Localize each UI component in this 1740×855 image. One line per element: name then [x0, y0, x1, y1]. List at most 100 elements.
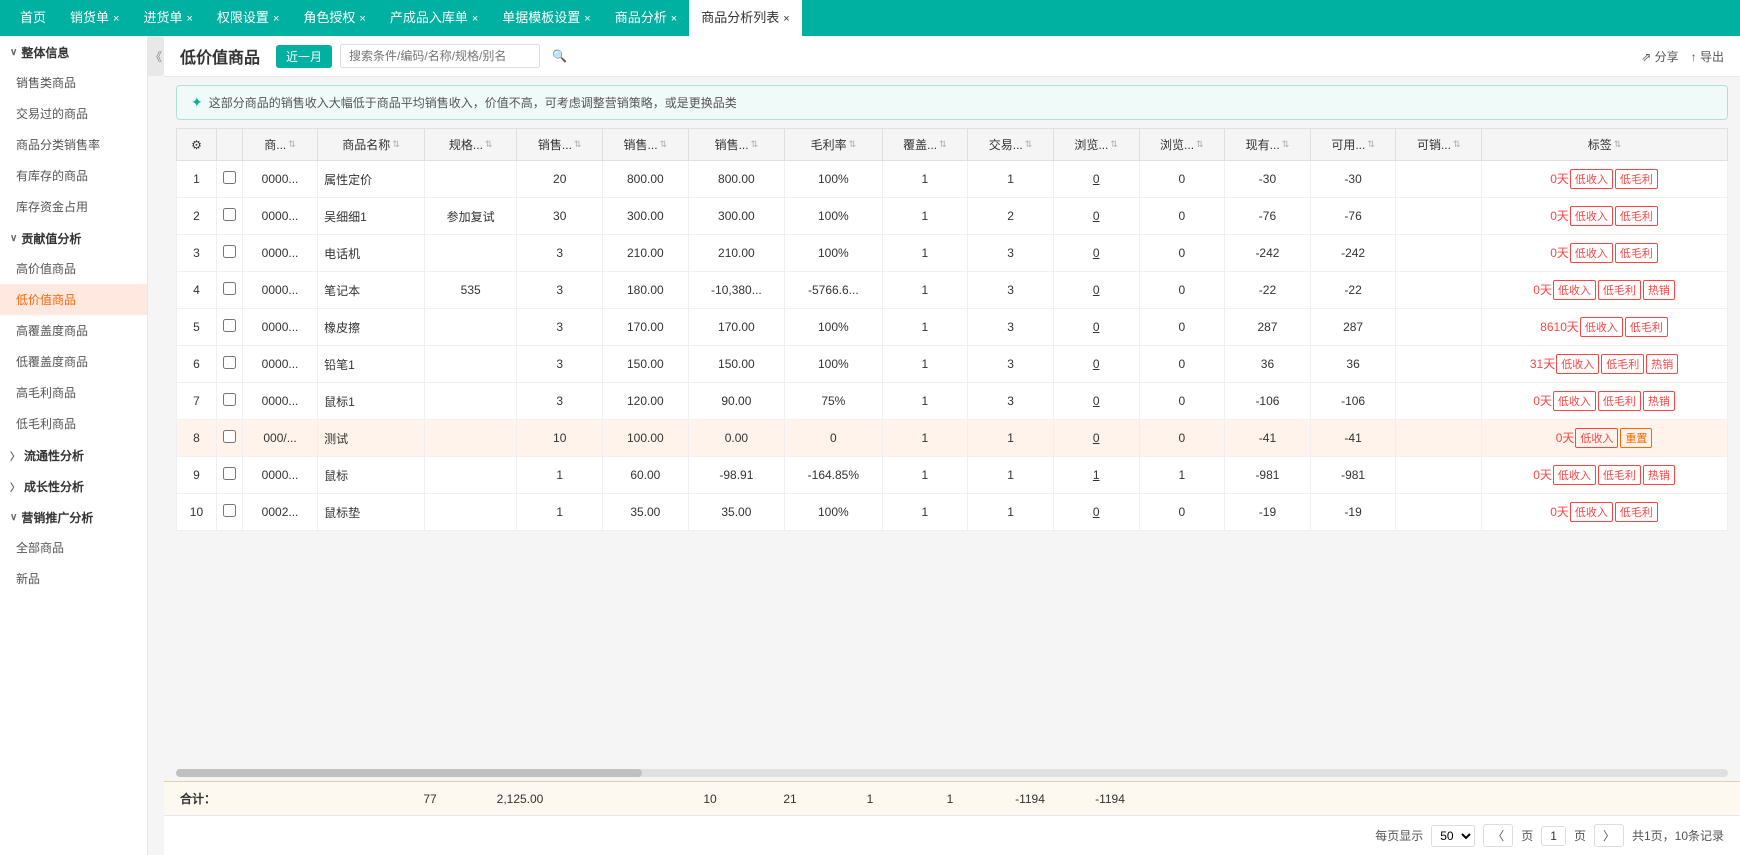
col-header-name[interactable]: 商品名称⇅	[318, 129, 425, 161]
product-tag: 热销	[1643, 465, 1675, 485]
filter-button[interactable]: 近一月	[276, 45, 332, 68]
cell-gross_rate: 100%	[785, 235, 882, 272]
col-header-spec[interactable]: 规格...⇅	[425, 129, 517, 161]
nav-item-商品分析列表[interactable]: 商品分析列表×	[689, 0, 801, 36]
col-header-code[interactable]: 商...⇅	[242, 129, 317, 161]
sidebar-item-高覆盖度商品[interactable]: 高覆盖度商品	[0, 315, 147, 346]
search-input[interactable]	[340, 44, 540, 68]
col-header-sales_amount[interactable]: 销售...⇅	[603, 129, 689, 161]
nav-close-商品分析[interactable]: ×	[671, 13, 677, 25]
cell-browse2: 0	[1139, 235, 1225, 272]
nav-item-销货单[interactable]: 销货单×	[58, 0, 131, 36]
row-checkbox[interactable]	[223, 171, 236, 184]
product-tag: 低毛利	[1615, 169, 1658, 189]
scrollbar[interactable]	[176, 769, 1728, 777]
browse1-link[interactable]: 0	[1093, 209, 1100, 223]
scrollbar-thumb[interactable]	[176, 769, 642, 777]
export-action[interactable]: ↑ 导出	[1691, 48, 1724, 65]
col-header-current_stock[interactable]: 现有...⇅	[1225, 129, 1311, 161]
browse1-link[interactable]: 0	[1093, 505, 1100, 519]
browse1-link[interactable]: 0	[1093, 394, 1100, 408]
sidebar-item-低覆盖度商品[interactable]: 低覆盖度商品	[0, 346, 147, 377]
row-checkbox[interactable]	[223, 430, 236, 443]
alert-text: 这部分商品的销售收入大幅低于商品平均销售收入，价值不高，可考虑调整营销策略，或是…	[209, 94, 737, 111]
cell-tag: 0天低收入低毛利热销	[1482, 383, 1728, 420]
nav-close-权限设置[interactable]: ×	[273, 13, 279, 25]
cell-check	[216, 494, 242, 531]
row-checkbox[interactable]	[223, 282, 236, 295]
cell-sales_amount: 180.00	[603, 272, 689, 309]
sidebar-item-新品[interactable]: 新品	[0, 563, 147, 594]
nav-close-单据模板设置[interactable]: ×	[584, 13, 590, 25]
nav-item-商品分析[interactable]: 商品分析×	[603, 0, 689, 36]
next-page-btn[interactable]: 〉	[1594, 824, 1624, 847]
cell-trade: 1	[968, 457, 1054, 494]
total-coverage: 10	[680, 792, 740, 806]
sidebar-group-整体信息[interactable]: ∨整体信息	[0, 36, 147, 67]
sidebar-item-低毛利商品[interactable]: 低毛利商品	[0, 408, 147, 439]
nav-close-产成品入库单[interactable]: ×	[472, 13, 478, 25]
search-icon[interactable]: 🔍	[552, 49, 567, 63]
col-header-tag[interactable]: 标签⇅	[1482, 129, 1728, 161]
sidebar-item-高毛利商品[interactable]: 高毛利商品	[0, 377, 147, 408]
nav-item-产成品入库单[interactable]: 产成品入库单×	[378, 0, 490, 36]
row-checkbox[interactable]	[223, 504, 236, 517]
table-row: 100002...鼠标垫135.0035.00100%1100-19-190天低…	[177, 494, 1728, 531]
sidebar-item-交易过的商品[interactable]: 交易过的商品	[0, 98, 147, 129]
nav-close-销货单[interactable]: ×	[113, 13, 119, 25]
table-row: 70000...鼠标13120.0090.0075%1300-106-1060天…	[177, 383, 1728, 420]
prev-page-btn[interactable]: 〈	[1483, 824, 1513, 847]
sidebar-item-商品分类销售率[interactable]: 商品分类销售率	[0, 129, 147, 160]
col-header-browse1[interactable]: 浏览...⇅	[1053, 129, 1139, 161]
cell-sales_price: -10,380...	[688, 272, 784, 309]
col-header-coverage[interactable]: 覆盖...⇅	[882, 129, 968, 161]
col-header-saleable[interactable]: 可销...⇅	[1396, 129, 1482, 161]
sidebar-item-有库存的商品[interactable]: 有库存的商品	[0, 160, 147, 191]
row-checkbox[interactable]	[223, 208, 236, 221]
sidebar-group-营销推广分析[interactable]: ∨营销推广分析	[0, 501, 147, 532]
nav-item-权限设置[interactable]: 权限设置×	[205, 0, 291, 36]
sidebar-group-流通性分析[interactable]: 〉流通性分析	[0, 439, 147, 470]
table-row: 10000...属性定价20800.00800.00100%1100-30-30…	[177, 161, 1728, 198]
nav-close-商品分析列表[interactable]: ×	[783, 13, 789, 25]
row-checkbox[interactable]	[223, 319, 236, 332]
cell-settings: 1	[177, 161, 217, 198]
col-header-gross_rate[interactable]: 毛利率⇅	[785, 129, 882, 161]
nav-close-角色授权[interactable]: ×	[359, 13, 365, 25]
nav-item-单据模板设置[interactable]: 单据模板设置×	[490, 0, 602, 36]
browse1-link[interactable]: 0	[1093, 172, 1100, 186]
sidebar-group-成长性分析[interactable]: 〉成长性分析	[0, 470, 147, 501]
col-header-sales_qty[interactable]: 销售...⇅	[517, 129, 603, 161]
nav-item-角色授权[interactable]: 角色授权×	[291, 0, 377, 36]
cell-code: 0000...	[242, 346, 317, 383]
browse1-link[interactable]: 0	[1093, 246, 1100, 260]
col-header-browse2[interactable]: 浏览...⇅	[1139, 129, 1225, 161]
row-checkbox[interactable]	[223, 467, 236, 480]
nav-close-进货单[interactable]: ×	[186, 13, 192, 25]
browse1-link[interactable]: 0	[1093, 283, 1100, 297]
browse1-link[interactable]: 0	[1093, 431, 1100, 445]
nav-item-首页[interactable]: 首页	[8, 0, 58, 36]
nav-item-进货单[interactable]: 进货单×	[131, 0, 204, 36]
col-header-available[interactable]: 可用...⇅	[1310, 129, 1396, 161]
row-checkbox[interactable]	[223, 393, 236, 406]
sidebar-item-高价值商品[interactable]: 高价值商品	[0, 253, 147, 284]
sidebar-item-库存资金占用[interactable]: 库存资金占用	[0, 191, 147, 222]
row-checkbox[interactable]	[223, 356, 236, 369]
page-size-select[interactable]: 50	[1431, 825, 1475, 847]
share-action[interactable]: ⇗ 分享	[1641, 48, 1678, 65]
cell-coverage: 1	[882, 198, 968, 235]
sidebar-item-全部商品[interactable]: 全部商品	[0, 532, 147, 563]
row-checkbox[interactable]	[223, 245, 236, 258]
browse1-link[interactable]: 0	[1093, 357, 1100, 371]
sidebar-group-贡献值分析[interactable]: ∨贡献值分析	[0, 222, 147, 253]
col-header-sales_price[interactable]: 销售...⇅	[688, 129, 784, 161]
sidebar-item-低价值商品[interactable]: 低价值商品	[0, 284, 147, 315]
cell-name: 鼠标1	[318, 383, 425, 420]
browse1-link[interactable]: 0	[1093, 320, 1100, 334]
browse1-link[interactable]: 1	[1093, 468, 1100, 482]
sidebar-item-销售类商品[interactable]: 销售类商品	[0, 67, 147, 98]
cell-coverage: 1	[882, 161, 968, 198]
col-header-trade[interactable]: 交易...⇅	[968, 129, 1054, 161]
sidebar-collapse-btn[interactable]: 《	[148, 36, 164, 76]
